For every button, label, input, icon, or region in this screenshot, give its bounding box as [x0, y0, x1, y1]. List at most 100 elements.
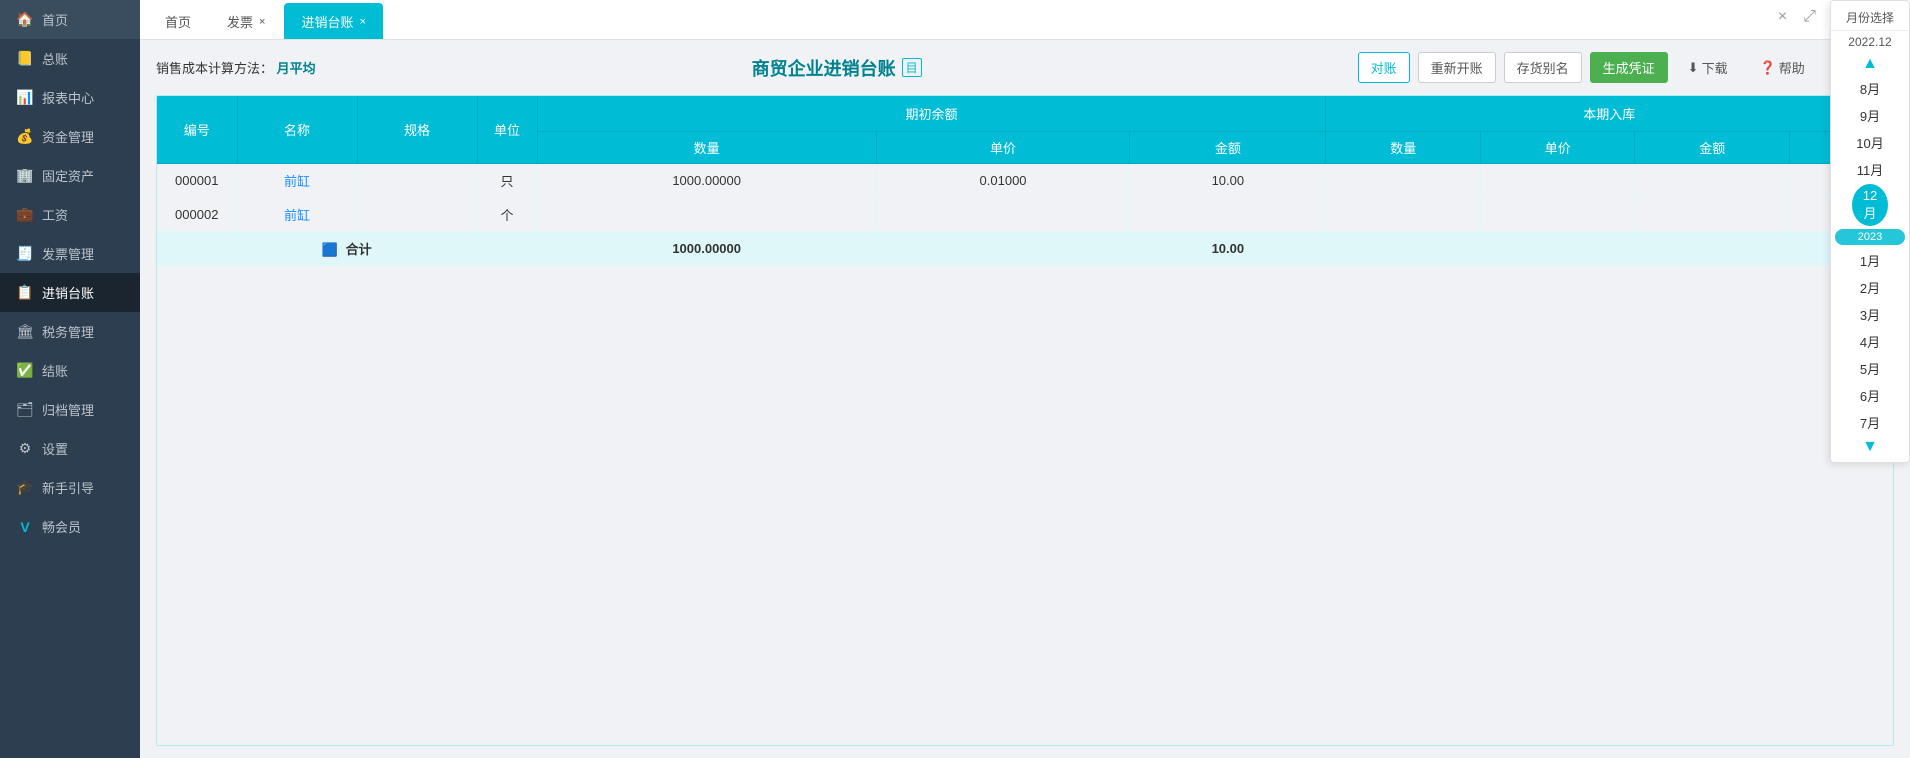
month-7[interactable]: 7月: [1831, 409, 1909, 436]
tab-invoice-close[interactable]: ×: [259, 16, 265, 28]
sidebar-item-label: 进销台账: [42, 283, 94, 302]
month-3[interactable]: 3月: [1831, 301, 1909, 328]
in-price-header: 单价: [1480, 132, 1635, 164]
col-id-header: 编号: [157, 96, 237, 164]
window-controls: × ⤢: [1774, 6, 1820, 28]
tab-purchase-sales-label: 进销台账: [301, 12, 353, 31]
sidebar-item-tax-management[interactable]: 🏛 税务管理: [0, 312, 140, 351]
download-button[interactable]: ⬇ 下载: [1676, 53, 1740, 82]
tab-invoice-label: 发票: [227, 12, 253, 31]
month-4[interactable]: 4月: [1831, 328, 1909, 355]
month-nav-up[interactable]: ▲: [1831, 53, 1909, 75]
group-in-header: 本期入库: [1326, 96, 1893, 132]
tab-purchase-sales-close[interactable]: ×: [359, 16, 365, 28]
month-picker-panel: 月份选择 2022.12 ▲ 8月 9月 10月 11月 12月 2023 1月…: [1830, 0, 1910, 463]
row1-open-amount: 10.00: [1130, 164, 1326, 198]
sidebar-item-label: 畅会员: [42, 517, 81, 536]
month-9[interactable]: 9月: [1831, 102, 1909, 129]
sidebar-item-invoice-management[interactable]: 🧾 发票管理: [0, 234, 140, 273]
month-2[interactable]: 2月: [1831, 274, 1909, 301]
group-open-header: 期初余额: [537, 96, 1326, 132]
page-title-area: 商贸企业进销台账 目: [752, 55, 922, 81]
sidebar-item-label: 总账: [42, 49, 68, 68]
sidebar-item-archive-management[interactable]: 🗂 归档管理: [0, 390, 140, 429]
month-10[interactable]: 10月: [1831, 129, 1909, 156]
tax-icon: 🏛: [16, 323, 34, 340]
data-table: 编号 名称 规格 单位 期初余额 本期入库 本期出库 期末余额 数量 单价 金额…: [157, 96, 1893, 266]
table-row: 000002 前缸 个: [157, 198, 1893, 232]
row2-id: 000002: [157, 198, 237, 232]
month-1[interactable]: 1月: [1831, 247, 1909, 274]
maximize-button[interactable]: ⤢: [1799, 6, 1820, 28]
row2-unit: 个: [477, 198, 537, 232]
total-open-qty: 1000.00000: [537, 232, 876, 266]
month-nav-down[interactable]: ▼: [1831, 436, 1909, 458]
row2-open-price: [876, 198, 1129, 232]
sidebar-item-report-center[interactable]: 📊 报表中心: [0, 78, 140, 117]
sidebar-item-settlement[interactable]: ✅ 结账: [0, 351, 140, 390]
row1-open-qty: 1000.00000: [537, 164, 876, 198]
year-2023-badge: 2023: [1835, 229, 1905, 245]
total-open-price: [876, 232, 1129, 266]
save-as-button[interactable]: 存货别名: [1504, 52, 1582, 83]
row2-in-amount: [1635, 198, 1790, 232]
open-qty-header: 数量: [537, 132, 876, 164]
vip-icon: V: [16, 519, 34, 535]
cost-method-value: 月平均: [277, 61, 316, 76]
sidebar-item-purchase-sales[interactable]: 📋 进销台账: [0, 273, 140, 312]
row1-open-price: 0.01000: [876, 164, 1129, 198]
reconcile-button[interactable]: 对账: [1358, 52, 1410, 83]
row2-name[interactable]: 前缸: [237, 198, 357, 232]
row1-unit: 只: [477, 164, 537, 198]
close-button[interactable]: ×: [1774, 6, 1791, 28]
action-buttons: 对账 重新开账 存货别名 生成凭证 ⬇ 下载 ❓ 帮助 🔄 刷新: [1358, 52, 1894, 83]
sidebar-item-payroll[interactable]: 💼 工资: [0, 195, 140, 234]
tab-invoice[interactable]: 发票 ×: [210, 3, 282, 39]
download-icon: ⬇: [1688, 60, 1699, 76]
sidebar-item-settings[interactable]: ⚙ 设置: [0, 429, 140, 468]
row1-name[interactable]: 前缸: [237, 164, 357, 198]
sidebar-item-general-ledger[interactable]: 📒 总账: [0, 39, 140, 78]
row1-spec: [357, 164, 477, 198]
month-5[interactable]: 5月: [1831, 355, 1909, 382]
sidebar-item-fixed-assets[interactable]: 🏢 固定资产: [0, 156, 140, 195]
month-12[interactable]: 12月: [1852, 184, 1888, 226]
assets-icon: 🏢: [16, 167, 34, 184]
total-in-amount: [1635, 232, 1790, 266]
settings-icon: ⚙: [16, 440, 34, 457]
reopen-button[interactable]: 重新开账: [1418, 52, 1496, 83]
content-area: 销售成本计算方法： 月平均 商贸企业进销台账 目 对账 重新开账 存货别名 生成…: [140, 40, 1910, 758]
main-area: × ⤢ 首页 发票 × 进销台账 × 销售成本计算方法： 月平均 商贸企业进销台…: [140, 0, 1910, 758]
sidebar-item-vip-member[interactable]: V 畅会员: [0, 507, 140, 546]
row2-open-amount: [1130, 198, 1326, 232]
open-price-header: 单价: [876, 132, 1129, 164]
row1-in-price: [1480, 164, 1635, 198]
help-button[interactable]: ❓ 帮助: [1748, 53, 1817, 82]
info-icon[interactable]: 目: [902, 58, 922, 77]
payroll-icon: 💼: [16, 206, 34, 223]
purchase-sales-icon: 📋: [16, 284, 34, 301]
cost-method-label: 销售成本计算方法：: [156, 61, 273, 76]
generate-voucher-button[interactable]: 生成凭证: [1590, 52, 1668, 83]
open-amount-header: 金额: [1130, 132, 1326, 164]
data-table-container: 编号 名称 规格 单位 期初余额 本期入库 本期出库 期末余额 数量 单价 金额…: [156, 95, 1894, 746]
sidebar-item-beginner-guide[interactable]: 🎓 新手引导: [0, 468, 140, 507]
col-name-header: 名称: [237, 96, 357, 164]
col-unit-header: 单位: [477, 96, 537, 164]
tab-purchase-sales[interactable]: 进销台账 ×: [284, 3, 382, 39]
row1-id: 000001: [157, 164, 237, 198]
month-11[interactable]: 11月: [1831, 156, 1909, 183]
sidebar: 🏠 首页 📒 总账 📊 报表中心 💰 资金管理 🏢 固定资产 💼 工资 🧾 发票…: [0, 0, 140, 758]
tab-home-label: 首页: [165, 12, 191, 31]
sidebar-item-fund-management[interactable]: 💰 资金管理: [0, 117, 140, 156]
month-6[interactable]: 6月: [1831, 382, 1909, 409]
home-icon: 🏠: [16, 11, 34, 28]
row2-in-price: [1480, 198, 1635, 232]
month-8[interactable]: 8月: [1831, 75, 1909, 102]
tab-home[interactable]: 首页: [148, 3, 208, 39]
page-title: 商贸企业进销台账: [752, 55, 896, 81]
sidebar-item-home[interactable]: 🏠 首页: [0, 0, 140, 39]
invoice-icon: 🧾: [16, 245, 34, 262]
cost-method-info: 销售成本计算方法： 月平均: [156, 58, 316, 77]
year-2022-label: 2022.12: [1831, 31, 1909, 53]
